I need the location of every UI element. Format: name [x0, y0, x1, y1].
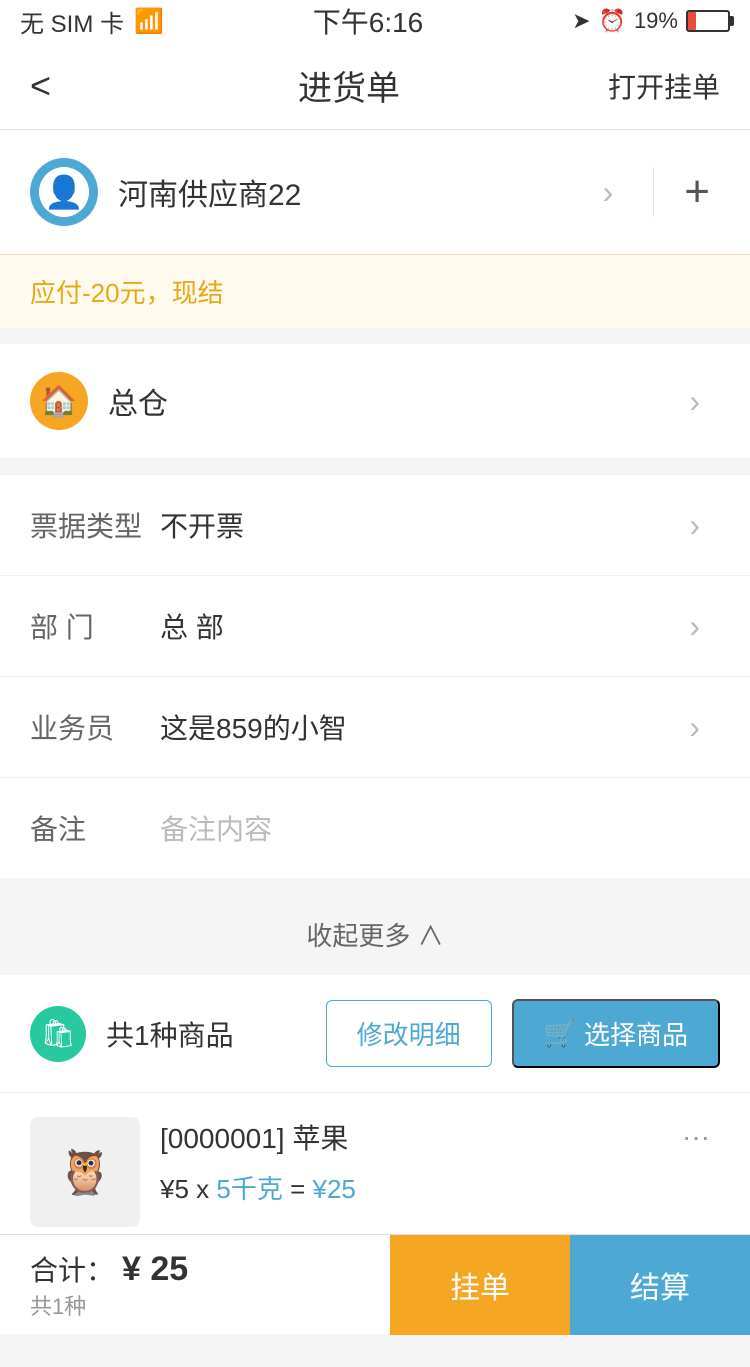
- form-row-remark[interactable]: 备注 备注内容: [0, 777, 750, 878]
- product-thumbnail: 🦉: [30, 1117, 140, 1227]
- footer: 合计： ¥ 25 共1种 挂单 结算: [0, 1234, 750, 1334]
- products-section: 🛍 共1种商品 修改明细 🛒 选择商品 🦉 [0000001] 苹果 ¥5 x …: [0, 975, 750, 1251]
- form-section: 票据类型 不开票 › 部 门 总 部 › 业务员 这是859的小智 › 备注 备…: [0, 474, 750, 878]
- vertical-divider: [653, 167, 654, 217]
- price-unit: ¥5: [160, 1174, 189, 1204]
- collapse-bar[interactable]: 收起更多 ∧: [0, 894, 750, 975]
- price-quantity: 5千克: [216, 1174, 282, 1204]
- battery-icon: [686, 10, 730, 32]
- avatar: 👤: [30, 158, 98, 226]
- product-name: [0000001] 苹果: [160, 1117, 652, 1157]
- supplier-left: 👤 河南供应商22: [30, 158, 603, 226]
- page-title: 进货单: [298, 61, 400, 110]
- notice-bar: 应付-20元，现结: [0, 254, 750, 328]
- form-row-invoice[interactable]: 票据类型 不开票 ›: [0, 474, 750, 575]
- product-info: [0000001] 苹果 ¥5 x 5千克 = ¥25: [160, 1117, 652, 1206]
- person-icon: 👤: [44, 173, 84, 211]
- pending-button[interactable]: 挂单: [390, 1235, 570, 1335]
- price-total: ¥25: [313, 1174, 356, 1204]
- salesperson-chevron-icon: ›: [689, 709, 700, 746]
- supplier-row[interactable]: 👤 河南供应商22 › +: [0, 130, 750, 254]
- warehouse-row[interactable]: 🏠 总仓 ›: [0, 344, 750, 458]
- product-more-button[interactable]: ···: [672, 1117, 720, 1157]
- status-bar: 无 SIM 卡 📶 下午6:16 ➤ ⏰ 19%: [0, 0, 750, 42]
- edit-detail-button[interactable]: 修改明细: [326, 1000, 492, 1067]
- product-code: [0000001]: [160, 1123, 285, 1154]
- supplier-name: 河南供应商22: [118, 170, 301, 214]
- invoice-value: 不开票: [160, 505, 689, 545]
- battery-percent: 19%: [634, 8, 678, 34]
- warehouse-section: 🏠 总仓 ›: [0, 344, 750, 458]
- form-row-salesperson[interactable]: 业务员 这是859的小智 ›: [0, 676, 750, 777]
- remark-label: 备注: [30, 808, 160, 848]
- total-label: 合计：: [30, 1249, 114, 1289]
- department-value: 总 部: [160, 606, 689, 646]
- status-right: ➤ ⏰ 19%: [572, 8, 730, 34]
- add-button[interactable]: +: [674, 167, 720, 217]
- product-title: 苹果: [292, 1123, 348, 1154]
- remark-placeholder: 备注内容: [160, 808, 720, 848]
- select-product-label: 选择商品: [584, 1015, 688, 1052]
- product-count: 共1种商品: [106, 1014, 306, 1054]
- open-pending-button[interactable]: 打开挂单: [608, 66, 720, 106]
- footer-sub-count: 共1种: [30, 1289, 360, 1321]
- invoice-label: 票据类型: [30, 505, 160, 545]
- bag-icon: 🛍: [40, 1017, 76, 1050]
- avatar-inner: 👤: [39, 167, 89, 217]
- location-icon: ➤: [572, 8, 590, 34]
- warehouse-icon: 🏠: [30, 372, 88, 430]
- status-time: 下午6:16: [313, 1, 424, 41]
- form-row-department[interactable]: 部 门 总 部 ›: [0, 575, 750, 676]
- price-equals: =: [290, 1174, 312, 1204]
- total-amount: ¥ 25: [122, 1250, 188, 1289]
- warehouse-chevron-icon: ›: [689, 383, 700, 420]
- department-chevron-icon: ›: [689, 608, 700, 645]
- product-item: 🦉 [0000001] 苹果 ¥5 x 5千克 = ¥25 ···: [0, 1093, 750, 1251]
- price-multiply-symbol: x: [196, 1174, 209, 1204]
- house-icon: 🏠: [40, 384, 77, 419]
- cart-icon: 🛒: [544, 1018, 576, 1049]
- carrier-label: 无 SIM 卡: [20, 4, 124, 39]
- supplier-section: 👤 河南供应商22 › + 应付-20元，现结: [0, 130, 750, 328]
- product-thumb-icon: 🦉: [58, 1146, 113, 1198]
- warehouse-name: 总仓: [108, 379, 689, 423]
- product-bag-icon: 🛍: [30, 1006, 86, 1062]
- alarm-icon: ⏰: [599, 8, 626, 34]
- invoice-chevron-icon: ›: [689, 507, 700, 544]
- department-label: 部 门: [30, 606, 160, 646]
- product-price: ¥5 x 5千克 = ¥25: [160, 1169, 652, 1206]
- salesperson-label: 业务员: [30, 707, 160, 747]
- products-header: 🛍 共1种商品 修改明细 🛒 选择商品: [0, 975, 750, 1093]
- footer-total: 合计： ¥ 25 共1种: [0, 1249, 390, 1321]
- back-button[interactable]: <: [30, 65, 90, 107]
- settle-button[interactable]: 结算: [570, 1235, 750, 1335]
- supplier-chevron-icon: ›: [603, 174, 614, 211]
- nav-bar: < 进货单 打开挂单: [0, 42, 750, 130]
- select-product-button[interactable]: 🛒 选择商品: [512, 999, 720, 1068]
- wifi-icon: 📶: [134, 7, 164, 36]
- salesperson-value: 这是859的小智: [160, 707, 689, 747]
- status-left: 无 SIM 卡 📶: [20, 4, 164, 39]
- footer-total-row: 合计： ¥ 25: [30, 1249, 360, 1289]
